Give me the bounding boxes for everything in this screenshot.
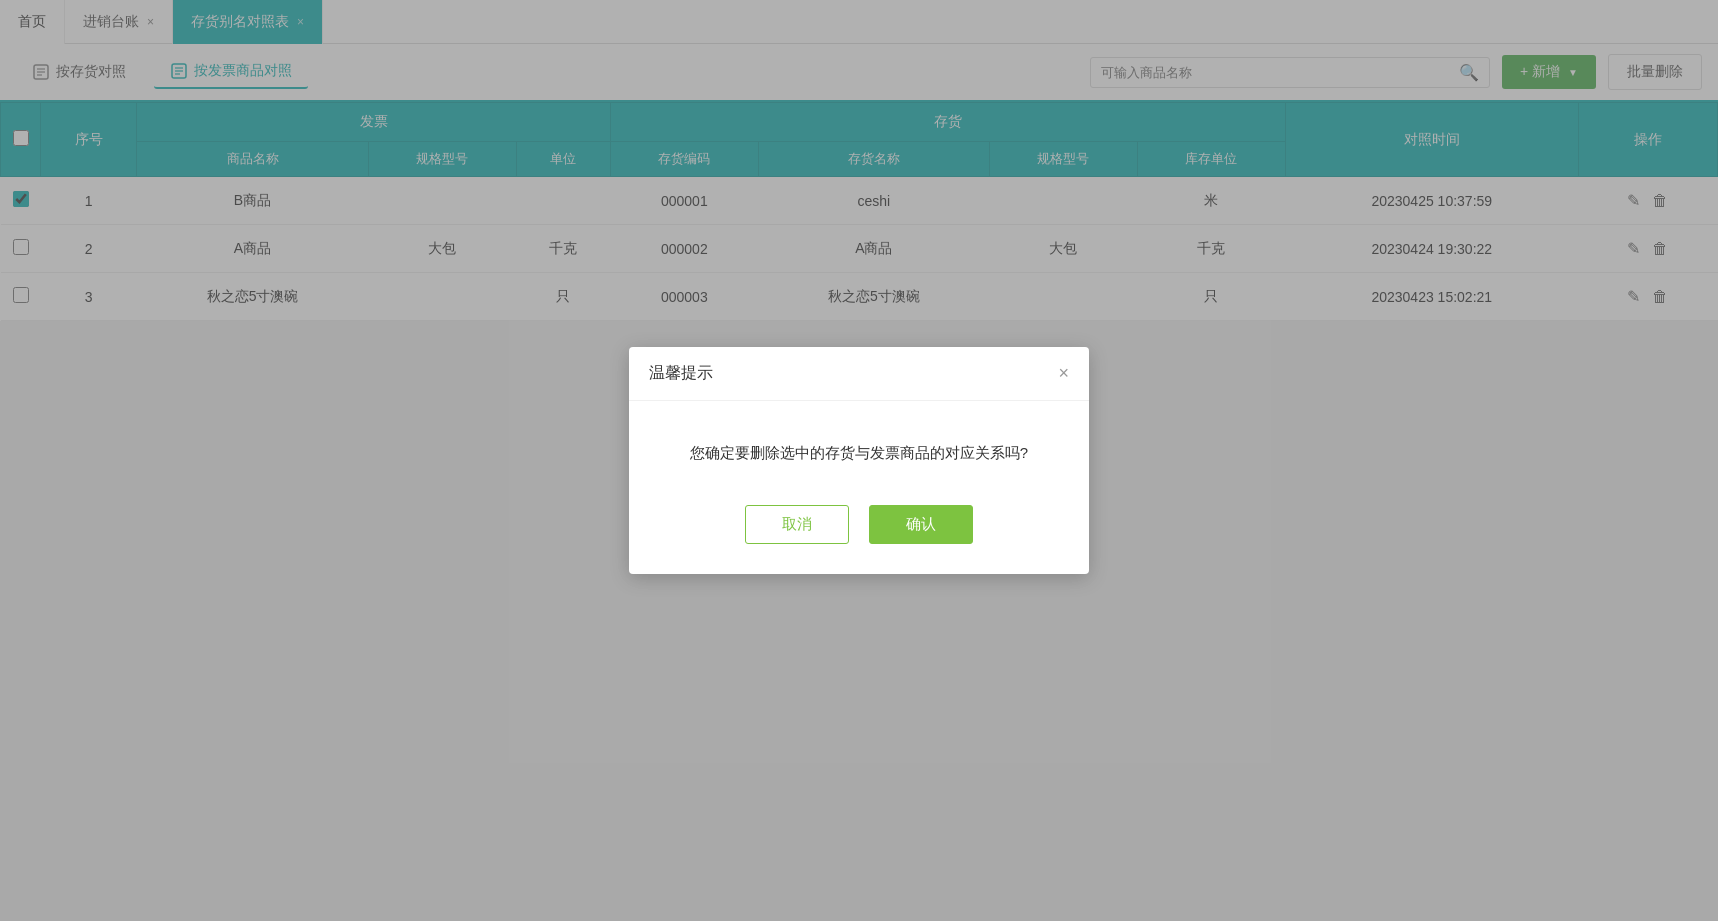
overlay: 温馨提示 × 您确定要删除选中的存货与发票商品的对应关系吗? 取消 确认 xyxy=(0,0,1718,321)
